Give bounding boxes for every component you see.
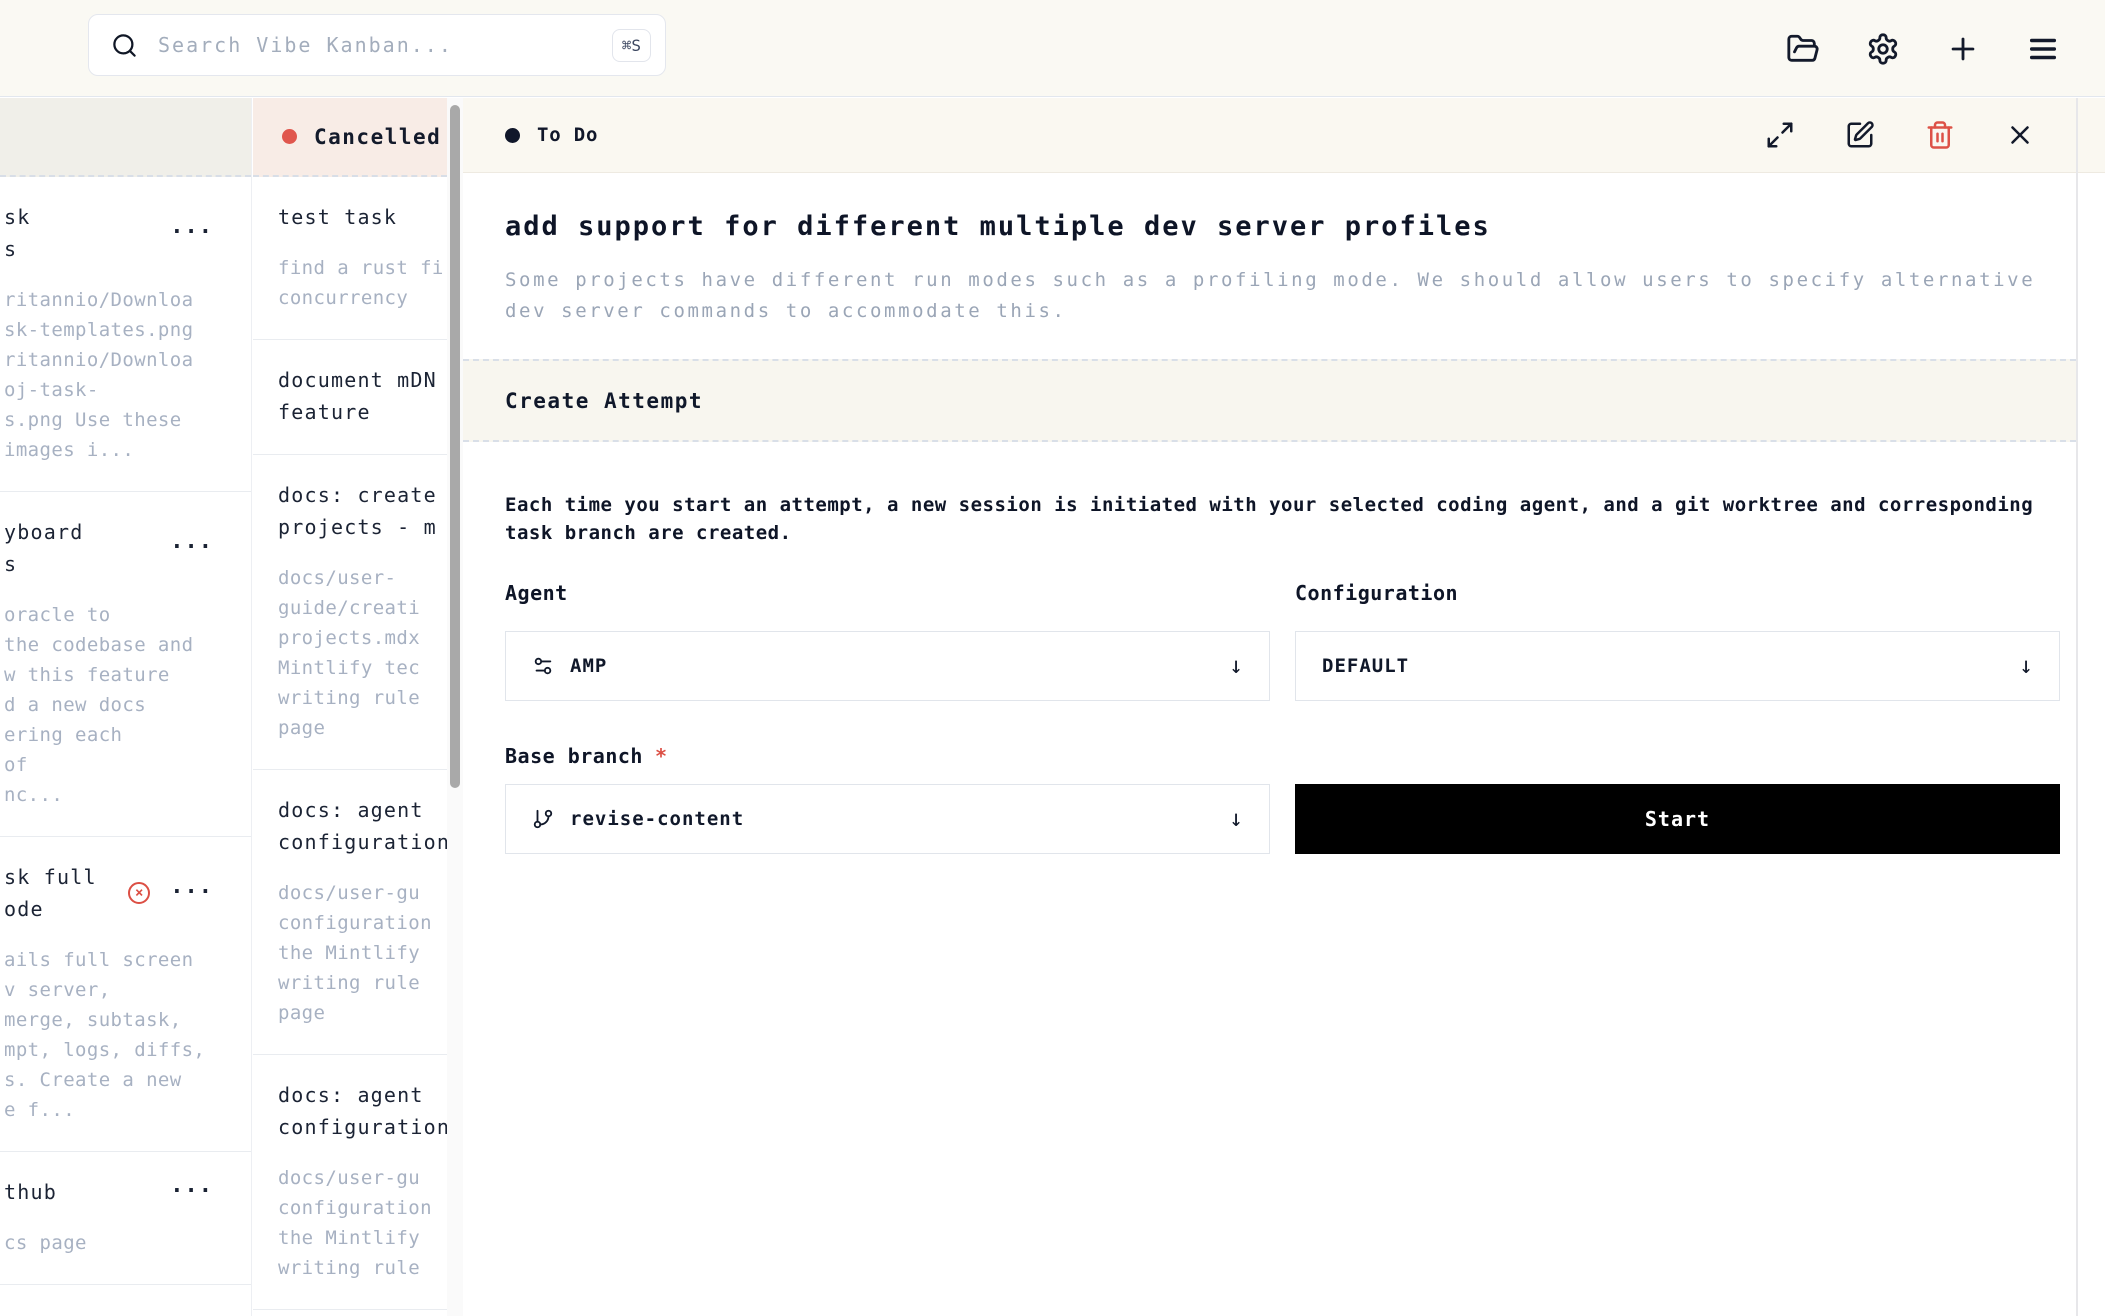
task-card[interactable]: docs: create projects - m docs/user- guid… — [253, 455, 447, 770]
task-detail-body: add support for different multiple dev s… — [463, 173, 2105, 1316]
cancelled-column-header: Cancelled — [253, 98, 447, 177]
git-branch-icon — [533, 809, 553, 829]
task-card-description: find a rust fi concurrency — [278, 257, 444, 309]
status-dot-icon — [505, 127, 520, 143]
left-column-cards: sk s ··· ritannio/Downloa sk-templates.png… — [0, 177, 251, 1285]
base-branch-value: revise-content — [570, 808, 745, 830]
task-card-description: ails full screen v server, merge, subtas… — [4, 949, 206, 1121]
hamburger-menu-icon[interactable] — [2026, 32, 2060, 66]
search-box[interactable]: ⌘S — [88, 14, 666, 76]
cancelled-column-title: Cancelled — [314, 124, 442, 149]
configuration-label: Configuration — [1295, 581, 1459, 605]
task-card-menu-icon[interactable]: ··· — [170, 1181, 213, 1203]
chevron-down-icon: ↓ — [1229, 806, 1243, 832]
kanban-column-left: sk s ··· ritannio/Downloa sk-templates.png… — [0, 98, 252, 1316]
status-label: To Do — [537, 124, 599, 146]
task-card-menu-icon[interactable]: ··· — [170, 537, 213, 559]
task-card-title: test task — [278, 205, 398, 229]
kanban-board: sk s ··· ritannio/Downloa sk-templates.png… — [0, 98, 2105, 1316]
cancelled-column-cards: test task find a rust fi concurrency docum… — [253, 177, 447, 1310]
search-shortcut-badge: ⌘S — [611, 28, 651, 62]
task-card-title: document mDN feature — [278, 368, 437, 424]
task-card[interactable]: document mDN feature — [253, 340, 447, 455]
create-attempt-info: Each time you start an attempt, a new se… — [505, 494, 2034, 544]
task-card-description: ritannio/Downloa sk-templates.png ritann… — [4, 289, 194, 461]
base-branch-label: Base branch * — [505, 744, 668, 768]
scrollbar-thumb[interactable] — [450, 105, 460, 788]
task-card-description: docs/user- guide/creati projects.mdx Min… — [278, 567, 421, 739]
task-detail-panel: To Do add support for different multiple… — [463, 98, 2105, 1316]
add-plus-icon[interactable] — [1946, 32, 1980, 66]
edit-icon[interactable] — [1845, 120, 1875, 150]
task-card-description: cs page — [4, 1232, 87, 1254]
agent-value: AMP — [570, 655, 608, 677]
task-card-menu-icon[interactable]: ··· — [170, 882, 213, 904]
task-error-icon: × — [128, 882, 151, 904]
task-card-description: oracle to the codebase and w this featur… — [4, 604, 194, 806]
cancelled-dot-icon — [282, 129, 297, 144]
close-icon[interactable] — [2005, 120, 2035, 150]
task-card[interactable]: docs: agent configuration docs/user-gu co… — [253, 1055, 447, 1310]
topbar-actions — [1786, 0, 2060, 97]
open-folder-icon[interactable] — [1786, 32, 1820, 66]
settings-gear-icon[interactable] — [1866, 32, 1900, 66]
create-attempt-heading: Create Attempt — [505, 388, 704, 413]
task-card-title: docs: agent configuration — [278, 798, 447, 854]
task-card-title: yboard s — [4, 520, 84, 576]
task-card-actions: ··· — [170, 222, 213, 244]
sliders-icon — [534, 657, 552, 675]
task-title: add support for different multiple dev s… — [505, 211, 1491, 242]
task-card-title: docs: create projects - m — [278, 483, 437, 539]
task-card-description: docs/user-gu configuration the Mintlify … — [278, 1167, 432, 1279]
kanban-column-cancelled: Cancelled test task find a rust fi concur… — [253, 98, 447, 1316]
topbar: ⌘S — [0, 0, 2105, 97]
search-icon — [111, 32, 138, 59]
task-card[interactable]: yboard s ··· oracle to the codebase and w … — [0, 492, 251, 837]
task-card-actions: × ··· — [128, 882, 213, 904]
task-card-menu-icon[interactable]: ··· — [170, 222, 213, 244]
create-attempt-section-header: Create Attempt — [463, 359, 2076, 442]
task-description: Some projects have different run modes s… — [505, 269, 2036, 322]
configuration-value: DEFAULT — [1322, 655, 1410, 677]
task-card-actions: ··· — [170, 1181, 213, 1203]
board-scrollbar[interactable] — [447, 98, 463, 1316]
task-card-title: sk full ode — [4, 865, 97, 921]
task-detail-header: To Do — [463, 98, 2105, 173]
task-card-title: thub — [4, 1180, 57, 1204]
agent-label: Agent — [505, 581, 568, 605]
expand-icon[interactable] — [1765, 120, 1795, 150]
task-card[interactable]: sk s ··· ritannio/Downloa sk-templates.png… — [0, 177, 251, 492]
task-card[interactable]: test task find a rust fi concurrency — [253, 177, 447, 340]
delete-trash-icon[interactable] — [1925, 120, 1955, 150]
panel-scrollbar-track — [2076, 98, 2078, 1316]
start-button[interactable]: Start — [1295, 784, 2060, 854]
task-card[interactable]: docs: agent configuration docs/user-gu co… — [253, 770, 447, 1055]
panel-actions — [1765, 120, 2105, 150]
base-branch-select[interactable]: revise-content ↓ — [505, 784, 1270, 854]
task-card-actions: ··· — [170, 537, 213, 559]
task-card[interactable]: sk full ode × ··· ails full screen v server… — [0, 837, 251, 1152]
task-card-description: docs/user-gu configuration the Mintlify … — [278, 882, 432, 1024]
chevron-down-icon: ↓ — [2019, 653, 2033, 679]
task-card[interactable]: thub ··· cs page — [0, 1152, 251, 1285]
search-input[interactable] — [156, 32, 612, 58]
left-column-header — [0, 98, 251, 177]
task-card-title: docs: agent configuration — [278, 1083, 447, 1139]
chevron-down-icon: ↓ — [1229, 653, 1243, 679]
task-card-title: sk s — [4, 205, 31, 261]
configuration-select[interactable]: DEFAULT ↓ — [1295, 631, 2060, 701]
agent-select[interactable]: AMP ↓ — [505, 631, 1270, 701]
required-asterisk: * — [654, 744, 668, 768]
